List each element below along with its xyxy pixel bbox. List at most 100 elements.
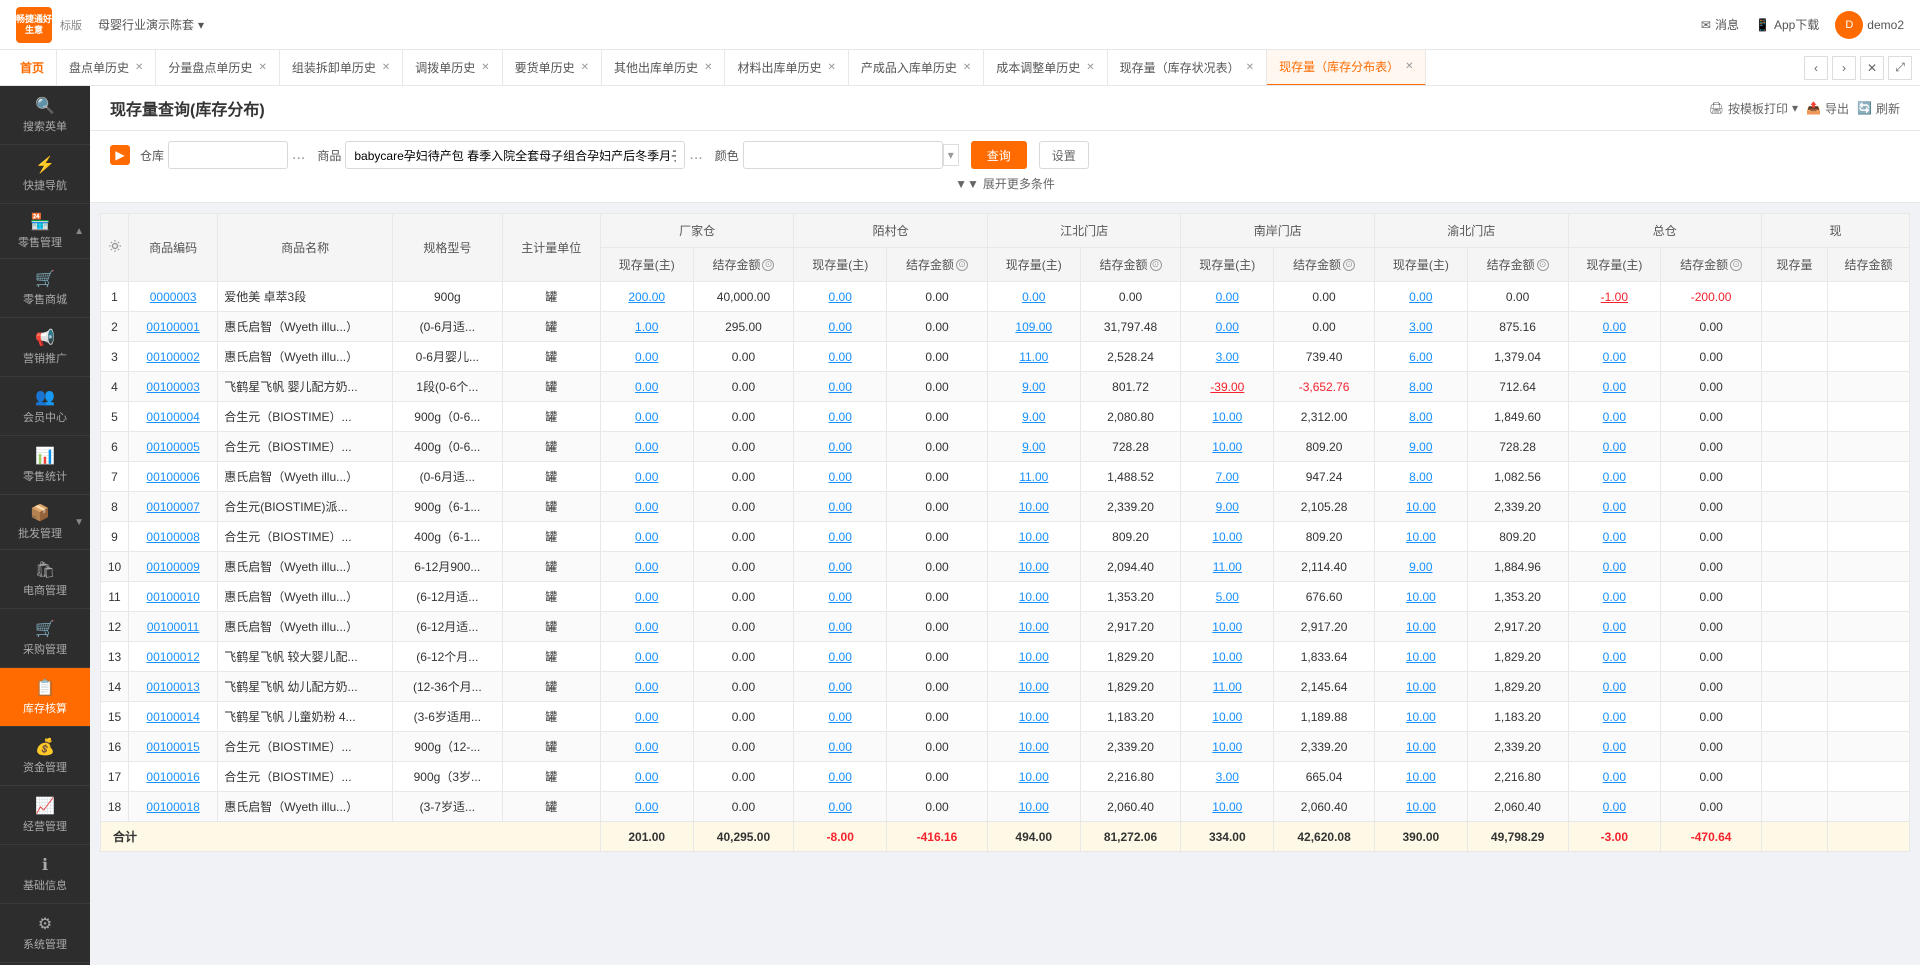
tab-fenpandian[interactable]: 分量盘点单历史 ✕	[156, 50, 279, 86]
sidebar-item-purchase[interactable]: 🛒 采购管理	[0, 609, 90, 668]
td-factory-qty[interactable]: 0.00	[600, 342, 693, 372]
td-total-qty[interactable]: 0.00	[1568, 702, 1661, 732]
td-factory-qty[interactable]: 0.00	[600, 762, 693, 792]
td-jiangbei-qty[interactable]: 10.00	[987, 522, 1080, 552]
info-icon-total[interactable]: ⊙	[1730, 259, 1742, 271]
td-yubei-qty[interactable]: 9.00	[1374, 552, 1467, 582]
td-jiangbei-qty[interactable]: 11.00	[987, 462, 1080, 492]
td-code[interactable]: 0000003	[129, 282, 218, 312]
messages-btn[interactable]: ✉ 消息	[1701, 16, 1739, 33]
td-nanan-qty[interactable]: 3.00	[1181, 342, 1274, 372]
sidebar-item-marketing[interactable]: 📢 营销推广	[0, 318, 90, 377]
tab-close-all-btn[interactable]: ✕	[1860, 56, 1884, 80]
sidebar-item-member[interactable]: 👥 会员中心	[0, 377, 90, 436]
tab-xiancunfb[interactable]: 现存量（库存分布表）✕	[1267, 50, 1426, 86]
tab-close-chuku[interactable]: ✕	[704, 62, 712, 73]
td-factory-qty[interactable]: 200.00	[600, 282, 693, 312]
td-mocun-qty[interactable]: 0.00	[794, 642, 887, 672]
td-total-qty[interactable]: 0.00	[1568, 732, 1661, 762]
td-code[interactable]: 00100001	[129, 312, 218, 342]
sidebar-item-retail-stats[interactable]: 📊 零售统计	[0, 436, 90, 495]
td-mocun-qty[interactable]: 0.00	[794, 612, 887, 642]
info-icon-yubei[interactable]: ⊙	[1537, 259, 1549, 271]
info-icon-nanan[interactable]: ⊙	[1343, 259, 1355, 271]
td-code[interactable]: 00100006	[129, 462, 218, 492]
print-btn[interactable]: 🖨 按模板打印 ▾	[1709, 100, 1798, 117]
td-jiangbei-qty[interactable]: 10.00	[987, 612, 1080, 642]
td-total-qty[interactable]: 0.00	[1568, 492, 1661, 522]
td-yubei-qty[interactable]: 8.00	[1374, 402, 1467, 432]
td-code[interactable]: 00100003	[129, 372, 218, 402]
td-yubei-qty[interactable]: 10.00	[1374, 612, 1467, 642]
td-nanan-qty[interactable]: 10.00	[1181, 612, 1274, 642]
td-code[interactable]: 00100005	[129, 432, 218, 462]
td-nanan-qty[interactable]: 10.00	[1181, 402, 1274, 432]
sidebar-item-search[interactable]: 🔍 搜索英单	[0, 86, 90, 145]
tab-chengben[interactable]: 成本调整单历史 ✕	[984, 50, 1107, 86]
goods-input[interactable]	[345, 141, 685, 169]
setting-button[interactable]: 设置	[1039, 141, 1089, 169]
td-jiangbei-qty[interactable]: 9.00	[987, 372, 1080, 402]
td-jiangbei-qty[interactable]: 10.00	[987, 762, 1080, 792]
td-nanan-qty[interactable]: 11.00	[1181, 672, 1274, 702]
td-nanan-qty[interactable]: -39.00	[1181, 372, 1274, 402]
industry-selector[interactable]: 母婴行业演示陈套 ▾	[98, 16, 204, 33]
td-total-qty[interactable]: 0.00	[1568, 462, 1661, 492]
td-mocun-qty[interactable]: 0.00	[794, 702, 887, 732]
td-total-qty[interactable]: 0.00	[1568, 432, 1661, 462]
td-total-qty[interactable]: 0.00	[1568, 672, 1661, 702]
td-mocun-qty[interactable]: 0.00	[794, 462, 887, 492]
td-mocun-qty[interactable]: 0.00	[794, 342, 887, 372]
td-code[interactable]: 00100008	[129, 522, 218, 552]
td-jiangbei-qty[interactable]: 0.00	[987, 282, 1080, 312]
td-total-qty[interactable]: 0.00	[1568, 522, 1661, 552]
tab-close-pandian[interactable]: ✕	[135, 62, 143, 73]
app-download-btn[interactable]: 📱 App下载	[1755, 16, 1819, 33]
tab-home[interactable]: 首页	[8, 50, 57, 86]
td-nanan-qty[interactable]: 9.00	[1181, 492, 1274, 522]
td-nanan-qty[interactable]: 10.00	[1181, 732, 1274, 762]
td-yubei-qty[interactable]: 10.00	[1374, 762, 1467, 792]
td-factory-qty[interactable]: 0.00	[600, 552, 693, 582]
td-code[interactable]: 00100015	[129, 732, 218, 762]
td-total-qty[interactable]: 0.00	[1568, 612, 1661, 642]
td-mocun-qty[interactable]: 0.00	[794, 372, 887, 402]
td-factory-qty[interactable]: 0.00	[600, 732, 693, 762]
tab-close-yaohuo[interactable]: ✕	[581, 62, 589, 73]
td-total-qty[interactable]: 0.00	[1568, 312, 1661, 342]
td-nanan-qty[interactable]: 0.00	[1181, 282, 1274, 312]
td-code[interactable]: 00100012	[129, 642, 218, 672]
collapse-arrow-icon[interactable]: ▶	[110, 145, 130, 165]
color-input[interactable]	[743, 141, 943, 169]
sidebar-item-wholesale[interactable]: 📦 批发管理 ▼	[0, 495, 90, 550]
sidebar-item-basic-info[interactable]: ℹ 基础信息	[0, 845, 90, 904]
td-code[interactable]: 00100010	[129, 582, 218, 612]
tab-close-cailiao[interactable]: ✕	[827, 62, 835, 73]
td-total-qty[interactable]: 0.00	[1568, 342, 1661, 372]
td-yubei-qty[interactable]: 10.00	[1374, 522, 1467, 552]
sidebar-item-retail-mgmt[interactable]: 🏪 零售管理 ▲	[0, 204, 90, 259]
th-settings[interactable]	[101, 214, 129, 282]
td-code[interactable]: 00100013	[129, 672, 218, 702]
td-nanan-qty[interactable]: 7.00	[1181, 462, 1274, 492]
td-nanan-qty[interactable]: 3.00	[1181, 762, 1274, 792]
tab-next-btn[interactable]: ›	[1832, 56, 1856, 80]
user-menu[interactable]: D demo2	[1835, 11, 1904, 39]
td-yubei-qty[interactable]: 10.00	[1374, 642, 1467, 672]
warehouse-input[interactable]	[168, 141, 288, 169]
tab-close-chengben[interactable]: ✕	[1086, 62, 1094, 73]
td-code[interactable]: 00100016	[129, 762, 218, 792]
td-total-qty[interactable]: 0.00	[1568, 792, 1661, 822]
td-jiangbei-qty[interactable]: 10.00	[987, 552, 1080, 582]
td-total-qty[interactable]: 0.00	[1568, 372, 1661, 402]
td-nanan-qty[interactable]: 10.00	[1181, 792, 1274, 822]
td-yubei-qty[interactable]: 6.00	[1374, 342, 1467, 372]
tab-yaohuo[interactable]: 要货单历史 ✕	[503, 50, 602, 86]
td-mocun-qty[interactable]: 0.00	[794, 492, 887, 522]
tab-close-fenpandian[interactable]: ✕	[258, 62, 266, 73]
sidebar-item-ecommerce[interactable]: 🛍 电商管理	[0, 550, 90, 609]
td-jiangbei-qty[interactable]: 10.00	[987, 672, 1080, 702]
td-total-qty[interactable]: 0.00	[1568, 762, 1661, 792]
td-yubei-qty[interactable]: 9.00	[1374, 432, 1467, 462]
td-mocun-qty[interactable]: 0.00	[794, 672, 887, 702]
